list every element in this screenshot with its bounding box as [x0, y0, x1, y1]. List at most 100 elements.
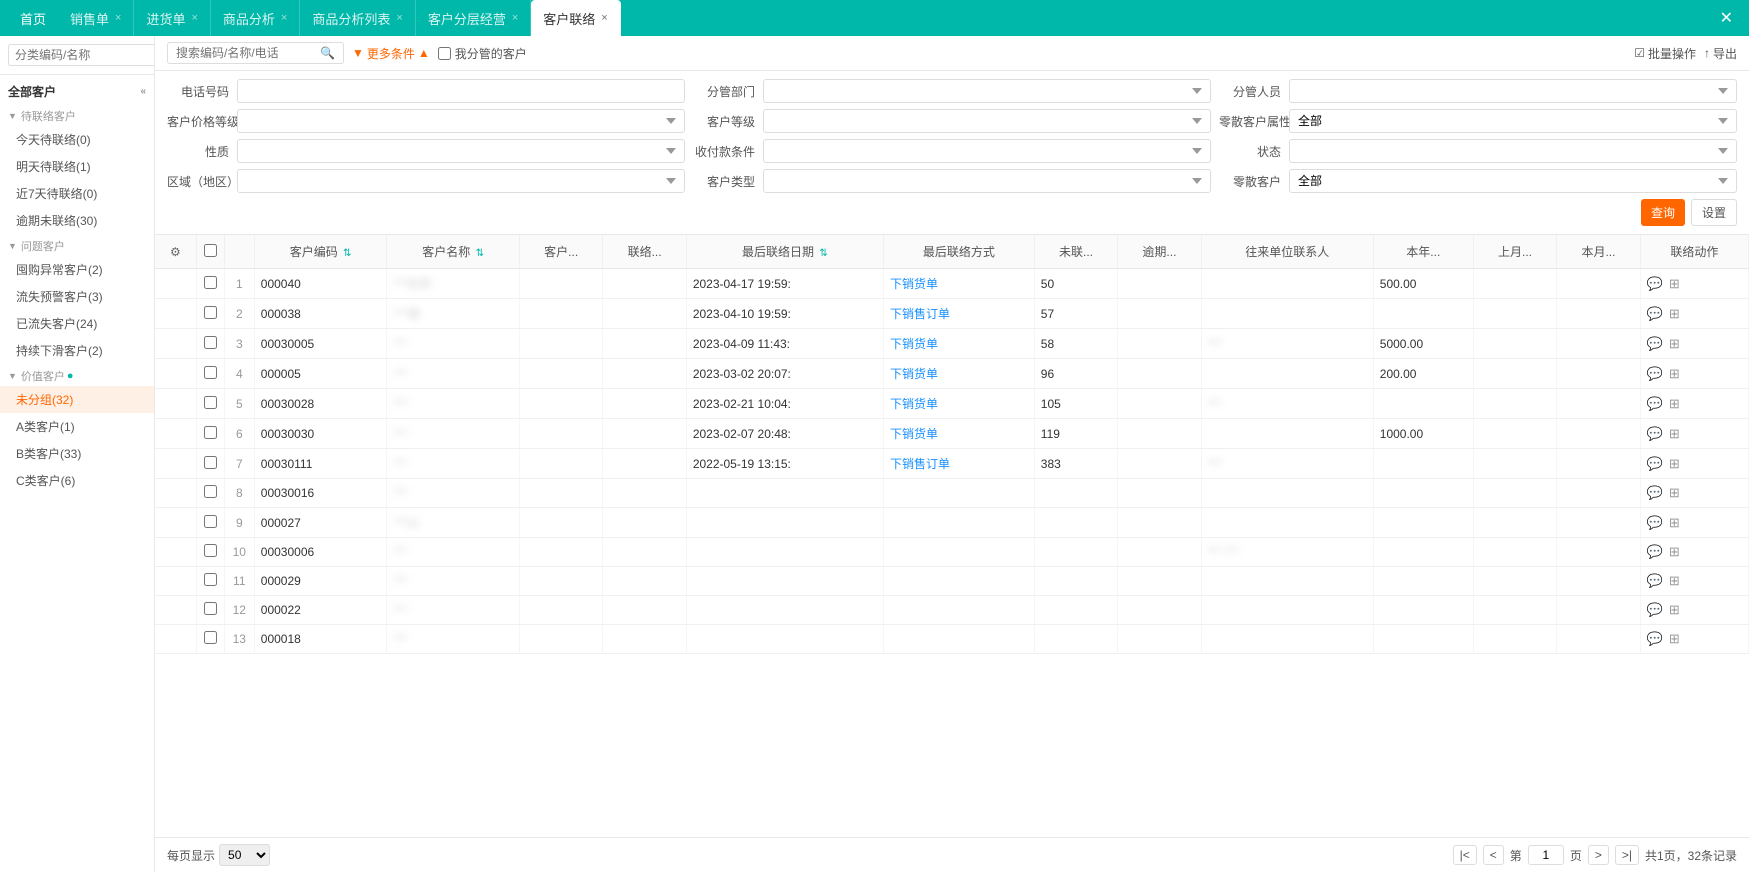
- col-header-12[interactable]: 联络动作: [1640, 235, 1748, 269]
- row-last-method-8[interactable]: [883, 508, 1034, 538]
- grid-action-icon-6[interactable]: ⊞: [1669, 456, 1680, 472]
- row-gear-9[interactable]: [155, 538, 196, 567]
- row-last-method-12[interactable]: [883, 625, 1034, 654]
- col-header-6[interactable]: 未联...: [1034, 235, 1117, 269]
- row-last-method-0[interactable]: 下销货单: [883, 269, 1034, 299]
- sidebar-item-0-2[interactable]: 近7天待联络(0): [0, 180, 154, 207]
- sidebar-item-2-1[interactable]: A类客户(1): [0, 413, 154, 440]
- filter-select-3-1[interactable]: [763, 169, 1211, 193]
- filter-select-1-1[interactable]: [763, 109, 1211, 133]
- row-checkbox-1[interactable]: [204, 306, 217, 319]
- sidebar-item-0-0[interactable]: 今天待联络(0): [0, 126, 154, 153]
- col-header-3[interactable]: 联络...: [603, 235, 686, 269]
- select-all-header[interactable]: [196, 235, 224, 269]
- grid-action-icon-8[interactable]: ⊞: [1669, 515, 1680, 531]
- next-page-btn[interactable]: >: [1588, 845, 1609, 865]
- nav-tab-商品分析[interactable]: 商品分析×: [211, 0, 300, 36]
- col-header-9[interactable]: 本年...: [1373, 235, 1473, 269]
- grid-action-icon-7[interactable]: ⊞: [1669, 485, 1680, 501]
- filter-input-0-0[interactable]: [237, 79, 685, 103]
- grid-action-icon-12[interactable]: ⊞: [1669, 631, 1680, 647]
- tab-close-icon[interactable]: ×: [191, 12, 197, 24]
- sidebar-group-0[interactable]: 待联络客户: [0, 104, 154, 126]
- all-customers-header[interactable]: 全部客户 «: [0, 75, 154, 104]
- export-btn[interactable]: ↑ 导出: [1704, 45, 1737, 62]
- sidebar-item-1-3[interactable]: 持续下滑客户(2): [0, 337, 154, 364]
- method-link-2[interactable]: 下销货单: [890, 337, 938, 351]
- row-last-method-2[interactable]: 下销货单: [883, 329, 1034, 359]
- chat-icon-1[interactable]: 💬: [1647, 306, 1663, 322]
- sidebar-item-1-0[interactable]: 囤购异常客户(2): [0, 256, 154, 283]
- grid-action-icon-1[interactable]: ⊞: [1669, 306, 1680, 322]
- method-link-6[interactable]: 下销售订单: [890, 457, 950, 471]
- grid-action-icon-9[interactable]: ⊞: [1669, 544, 1680, 560]
- col-header-1[interactable]: 客户名称 ⇅: [387, 235, 520, 269]
- row-checkbox-4[interactable]: [204, 396, 217, 409]
- method-link-5[interactable]: 下销货单: [890, 427, 938, 441]
- row-gear-6[interactable]: [155, 449, 196, 479]
- page-number-input[interactable]: [1528, 845, 1564, 865]
- sidebar-item-2-0[interactable]: 未分组(32): [0, 386, 154, 413]
- more-conditions-btn[interactable]: ▼ 更多条件 ▲: [352, 45, 430, 62]
- tab-close-icon[interactable]: ×: [512, 12, 518, 24]
- filter-select-2-2[interactable]: [1289, 139, 1737, 163]
- filter-select-0-1[interactable]: [763, 79, 1211, 103]
- per-page-select[interactable]: 50 100 200: [219, 844, 270, 866]
- tab-close-icon[interactable]: ×: [281, 12, 287, 24]
- method-link-4[interactable]: 下销货单: [890, 397, 938, 411]
- settings-column-header[interactable]: ⚙: [155, 235, 196, 269]
- sidebar-item-2-2[interactable]: B类客户(33): [0, 440, 154, 467]
- chat-icon-8[interactable]: 💬: [1647, 515, 1663, 531]
- chat-icon-5[interactable]: 💬: [1647, 426, 1663, 442]
- filter-select-3-2[interactable]: 全部: [1289, 169, 1737, 193]
- row-checkbox-11[interactable]: [204, 602, 217, 615]
- method-link-3[interactable]: 下销货单: [890, 367, 938, 381]
- row-gear-0[interactable]: [155, 269, 196, 299]
- row-last-method-5[interactable]: 下销货单: [883, 419, 1034, 449]
- grid-action-icon-10[interactable]: ⊞: [1669, 573, 1680, 589]
- col-header-5[interactable]: 最后联络方式: [883, 235, 1034, 269]
- row-gear-4[interactable]: [155, 389, 196, 419]
- row-checkbox-6[interactable]: [204, 456, 217, 469]
- reset-button[interactable]: 设置: [1691, 199, 1737, 226]
- row-gear-1[interactable]: [155, 299, 196, 329]
- method-link-1[interactable]: 下销售订单: [890, 307, 950, 321]
- my-customers-input[interactable]: [438, 47, 451, 60]
- last-page-btn[interactable]: >|: [1615, 845, 1639, 865]
- sidebar-group-1[interactable]: 问题客户: [0, 234, 154, 256]
- row-last-method-7[interactable]: [883, 479, 1034, 508]
- chat-icon-0[interactable]: 💬: [1647, 276, 1663, 292]
- row-last-method-10[interactable]: [883, 567, 1034, 596]
- query-button[interactable]: 查询: [1641, 199, 1685, 226]
- prev-page-btn[interactable]: <: [1483, 845, 1504, 865]
- chat-icon-9[interactable]: 💬: [1647, 544, 1663, 560]
- tab-close-icon[interactable]: ×: [396, 12, 402, 24]
- nav-tab-进货单[interactable]: 进货单×: [134, 0, 210, 36]
- row-gear-7[interactable]: [155, 479, 196, 508]
- sidebar-group-2[interactable]: 价值客户●: [0, 364, 154, 386]
- first-page-btn[interactable]: |<: [1453, 845, 1477, 865]
- row-checkbox-10[interactable]: [204, 573, 217, 586]
- col-header-7[interactable]: 逾期...: [1118, 235, 1201, 269]
- row-last-method-6[interactable]: 下销售订单: [883, 449, 1034, 479]
- row-checkbox-2[interactable]: [204, 336, 217, 349]
- row-gear-8[interactable]: [155, 508, 196, 538]
- row-checkbox-9[interactable]: [204, 544, 217, 557]
- col-header-2[interactable]: 客户...: [519, 235, 602, 269]
- row-checkbox-8[interactable]: [204, 515, 217, 528]
- chat-icon-10[interactable]: 💬: [1647, 573, 1663, 589]
- row-checkbox-0[interactable]: [204, 276, 217, 289]
- filter-select-3-0[interactable]: [237, 169, 685, 193]
- row-gear-5[interactable]: [155, 419, 196, 449]
- row-gear-2[interactable]: [155, 329, 196, 359]
- main-search-icon[interactable]: 🔍: [320, 46, 335, 60]
- tab-close-icon[interactable]: ×: [115, 12, 121, 24]
- grid-action-icon-11[interactable]: ⊞: [1669, 602, 1680, 618]
- nav-tab-客户分层经营[interactable]: 客户分层经营×: [416, 0, 531, 36]
- chat-icon-7[interactable]: 💬: [1647, 485, 1663, 501]
- col-header-10[interactable]: 上月...: [1473, 235, 1556, 269]
- filter-select-2-1[interactable]: [763, 139, 1211, 163]
- col-header-4[interactable]: 最后联络日期 ⇅: [686, 235, 883, 269]
- filter-select-1-2[interactable]: 全部: [1289, 109, 1737, 133]
- sidebar-item-2-3[interactable]: C类客户(6): [0, 467, 154, 494]
